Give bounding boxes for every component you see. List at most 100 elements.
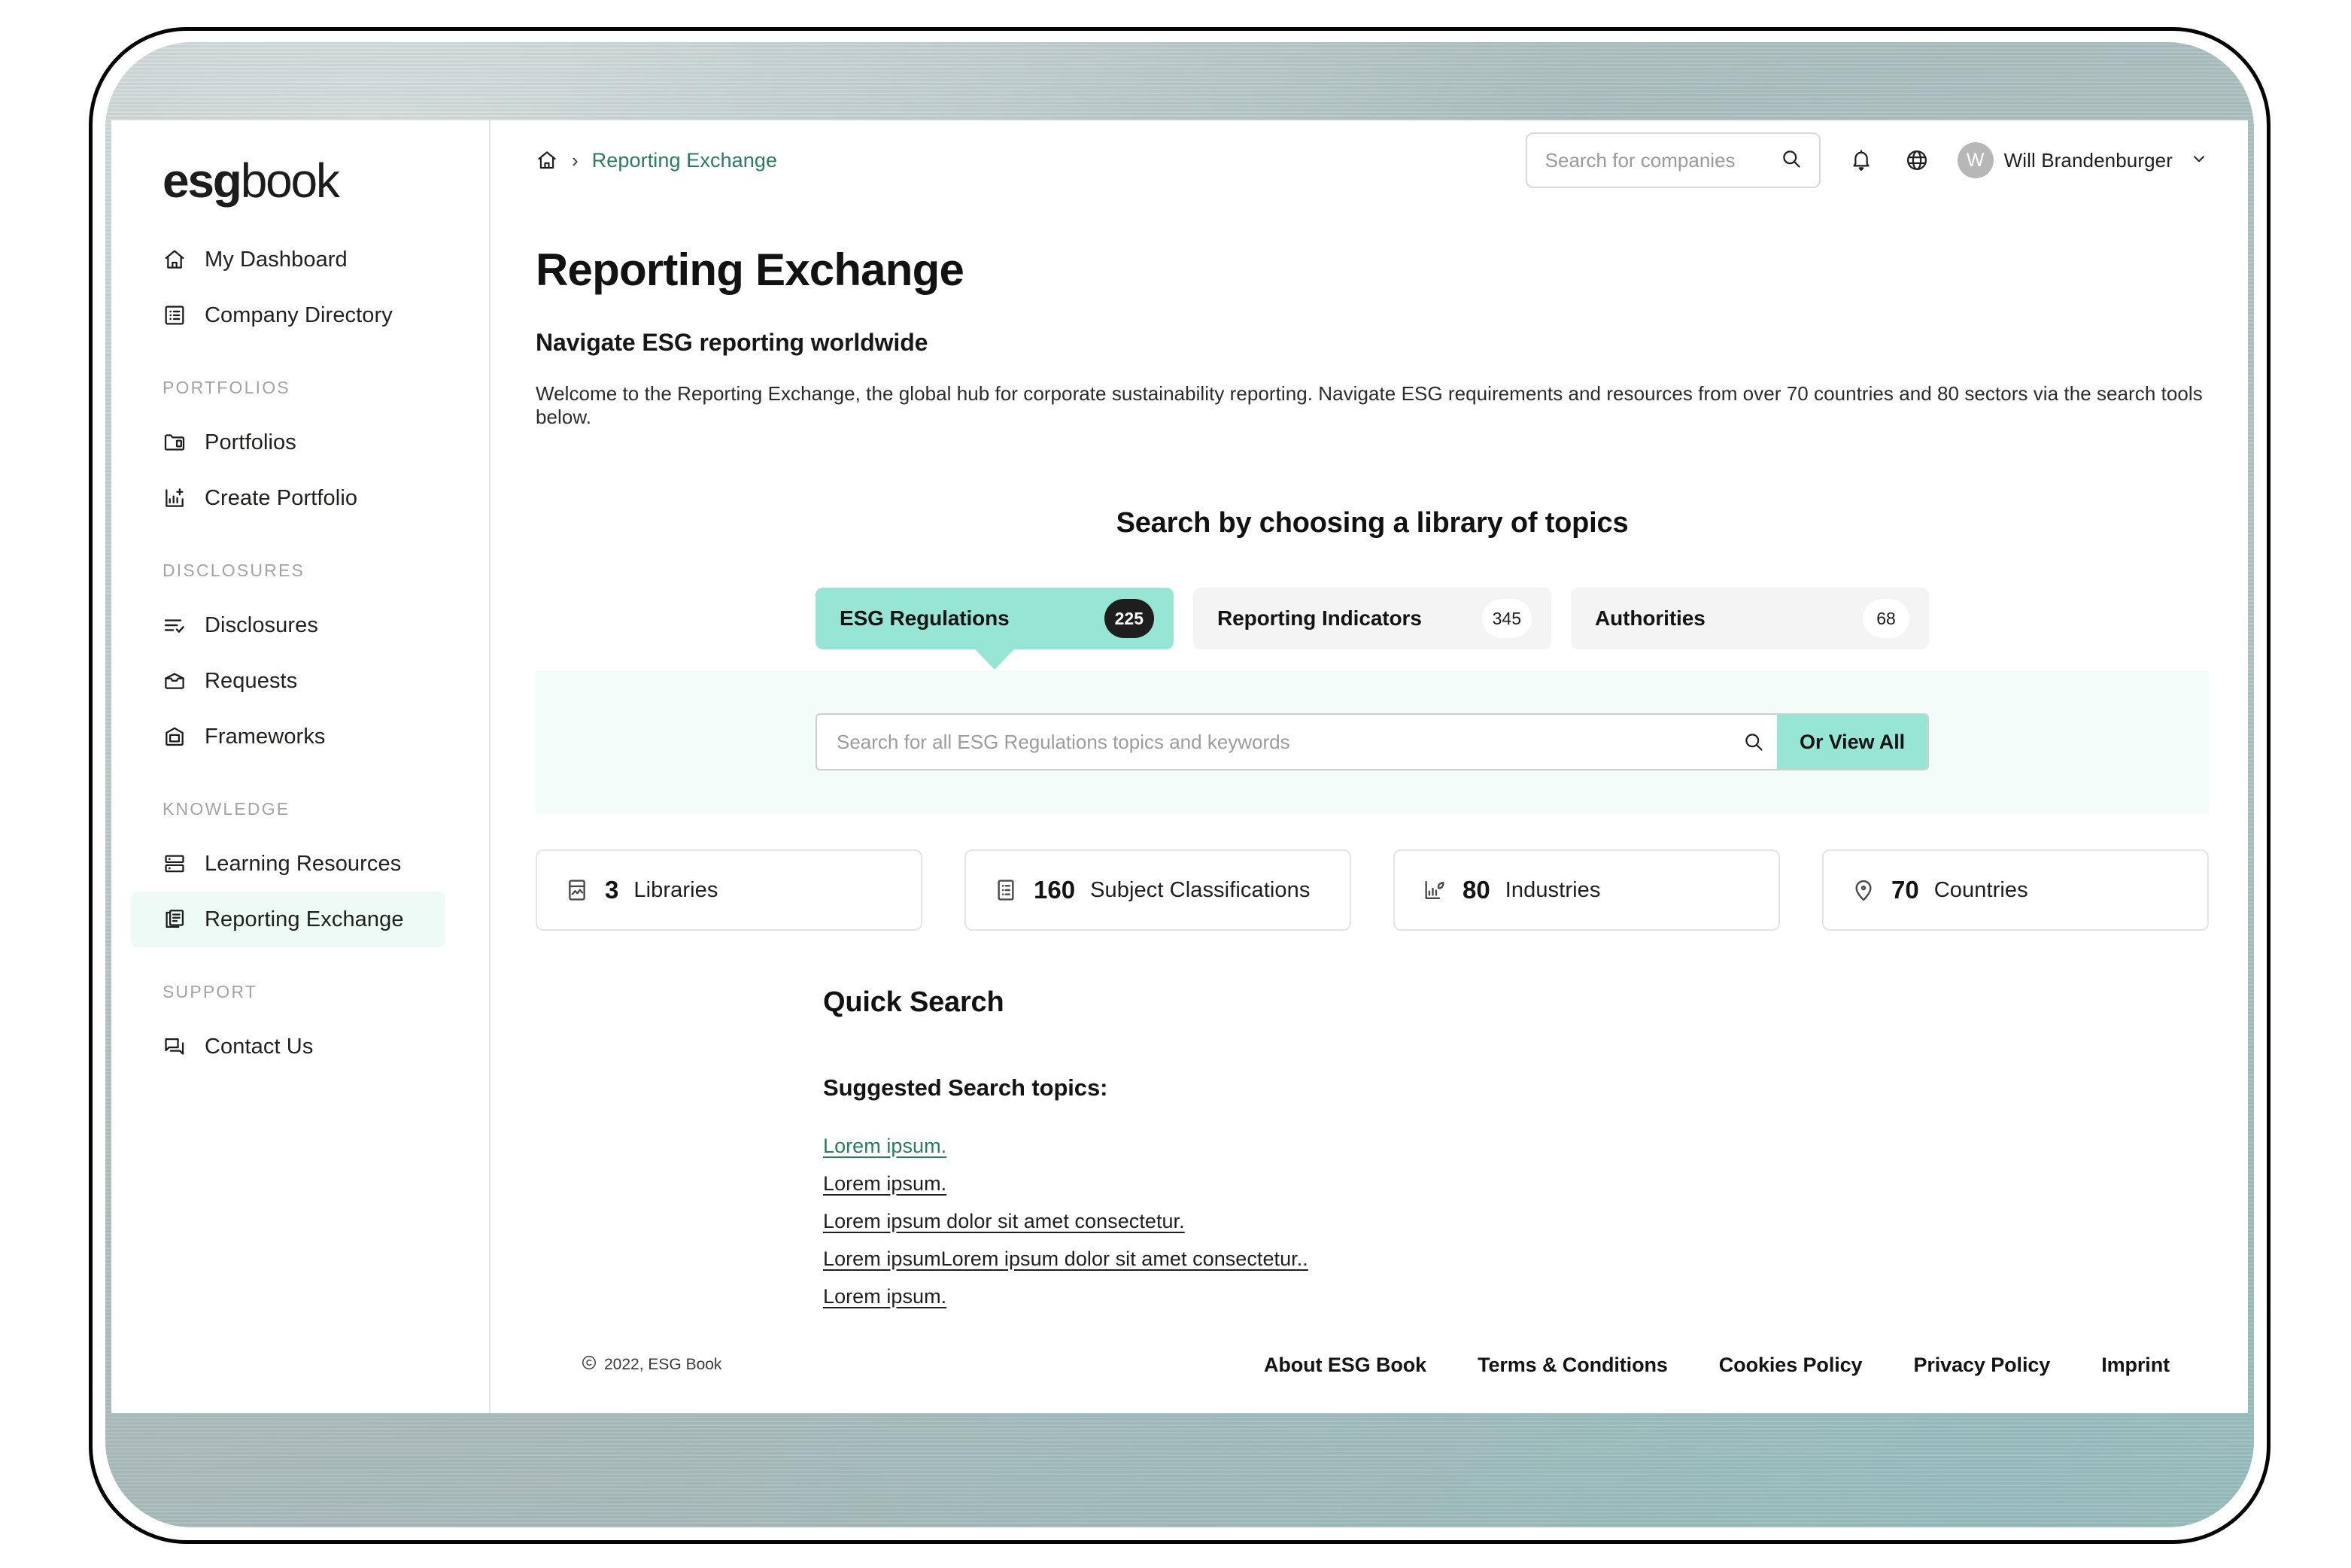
footer-link-privacy[interactable]: Privacy Policy [1913, 1354, 2050, 1377]
industry-chart-icon [1422, 877, 1447, 903]
sidebar-item-contact-us[interactable]: Contact Us [131, 1019, 445, 1074]
list-check-icon [163, 613, 187, 637]
globe-icon[interactable] [1902, 145, 1932, 175]
search-icon[interactable] [1730, 715, 1777, 769]
server-stack-icon [163, 852, 187, 876]
sidebar-group-heading: KNOWLEDGE [163, 799, 290, 819]
sidebar-item-frameworks[interactable]: Frameworks [131, 709, 445, 764]
sidebar-group-heading: PORTFOLIOS [163, 378, 290, 397]
home-icon [163, 248, 187, 272]
quick-search-title: Quick Search [823, 986, 1004, 1018]
suggested-topic-link[interactable]: Lorem ipsum. [823, 1172, 946, 1196]
sidebar-group-main: My Dashboard Company Directory [111, 232, 489, 343]
footer-link-imprint[interactable]: Imprint [2101, 1354, 2170, 1377]
top-bar: › Reporting Exchange W [491, 120, 2248, 200]
sidebar-item-label: Learning Resources [205, 851, 402, 876]
chevron-right-icon: › [572, 149, 579, 172]
sidebar-group-heading: SUPPORT [163, 982, 258, 1001]
logo-bold-part: esg [163, 153, 242, 208]
footer-link-about[interactable]: About ESG Book [1264, 1354, 1426, 1377]
stat-label: Countries [1933, 877, 2028, 902]
sidebar-group-heading: DISCLOSURES [163, 561, 305, 580]
suggested-topic-link[interactable]: Lorem ipsum. [823, 1285, 946, 1308]
tab-reporting-indicators[interactable]: Reporting Indicators 345 [1193, 588, 1551, 649]
sidebar-group-support: SUPPORT Contact Us [111, 982, 489, 1074]
folder-doc-icon [163, 430, 187, 454]
sidebar-group-disclosures: DISCLOSURES Disclosures Requests Framewo… [111, 561, 489, 764]
stat-card-libraries[interactable]: 3 Libraries [536, 849, 922, 931]
page-subtitle: Navigate ESG reporting worldwide [536, 329, 928, 356]
sidebar: esgbook My Dashboard Company Directory P… [111, 120, 491, 1413]
topic-search-input[interactable] [817, 715, 1731, 769]
sidebar-item-label: Reporting Exchange [205, 907, 404, 931]
sidebar-item-label: Disclosures [205, 612, 318, 637]
topic-search-group: Or View All [816, 713, 1929, 770]
sidebar-item-company-directory[interactable]: Company Directory [131, 287, 445, 343]
sidebar-item-label: Requests [205, 668, 298, 693]
chevron-down-icon[interactable] [2189, 149, 2209, 172]
sidebar-item-label: Create Portfolio [205, 485, 358, 510]
suggested-topic-link[interactable]: Lorem ipsum. [823, 1135, 946, 1158]
topic-search-panel: Or View All [536, 670, 2209, 813]
main-area: › Reporting Exchange W [491, 120, 2248, 1413]
stat-value: 70 [1891, 876, 1919, 904]
inbox-icon [163, 669, 187, 693]
user-menu[interactable]: W Will Brandenburger [1957, 142, 2209, 178]
stat-label: Subject Classifications [1090, 877, 1311, 902]
sidebar-item-learning-resources[interactable]: Learning Resources [131, 836, 445, 892]
search-icon[interactable] [1780, 147, 1803, 174]
tab-esg-regulations[interactable]: ESG Regulations 225 [816, 588, 1174, 649]
company-search[interactable] [1525, 132, 1821, 188]
sidebar-group-knowledge: KNOWLEDGE Learning Resources Reporting E… [111, 799, 489, 947]
stat-card-industries[interactable]: 80 Industries [1393, 849, 1780, 931]
suggested-topics-list: Lorem ipsum. Lorem ipsum. Lorem ipsum do… [823, 1135, 2209, 1308]
sidebar-item-disclosures[interactable]: Disclosures [131, 597, 445, 653]
stat-card-subject-classifications[interactable]: 160 Subject Classifications [964, 849, 1351, 931]
page-content: Reporting Exchange Navigate ESG reportin… [491, 200, 2248, 1413]
suggested-topic-link[interactable]: Lorem ipsumLorem ipsum dolor sit amet co… [823, 1247, 1308, 1271]
sidebar-item-reporting-exchange[interactable]: Reporting Exchange [131, 892, 445, 947]
sidebar-item-label: Frameworks [205, 724, 326, 749]
tab-label: ESG Regulations [840, 606, 1010, 630]
search-input[interactable] [1545, 148, 1780, 172]
footer-link-terms[interactable]: Terms & Conditions [1478, 1354, 1668, 1377]
brand-logo[interactable]: esgbook [163, 156, 489, 205]
home-icon[interactable] [536, 149, 558, 172]
footer: 2022, ESG Book About ESG Book Terms & Co… [536, 1317, 2209, 1413]
footer-link-cookies[interactable]: Cookies Policy [1719, 1354, 1863, 1377]
sidebar-item-label: Company Directory [205, 302, 393, 327]
classification-list-icon [993, 877, 1019, 903]
stat-value: 160 [1034, 876, 1076, 904]
stat-label: Industries [1505, 877, 1601, 902]
sidebar-item-portfolios[interactable]: Portfolios [131, 415, 445, 470]
sidebar-item-requests[interactable]: Requests [131, 653, 445, 709]
stat-label: Libraries [633, 877, 718, 902]
tab-count-badge: 345 [1481, 599, 1532, 638]
copyright: 2022, ESG Book [581, 1354, 721, 1375]
clipboard-icon [163, 725, 187, 749]
chart-plus-icon [163, 486, 187, 510]
library-icon [564, 877, 590, 903]
bell-icon[interactable] [1846, 145, 1876, 175]
book-pages-icon [163, 907, 187, 931]
sidebar-item-my-dashboard[interactable]: My Dashboard [131, 232, 445, 287]
breadcrumb-current[interactable]: Reporting Exchange [592, 149, 777, 172]
stat-card-countries[interactable]: 70 Countries [1822, 849, 2209, 931]
tab-count-badge: 225 [1104, 599, 1154, 638]
sidebar-nav: My Dashboard Company Directory PORTFOLIO… [111, 232, 489, 1074]
sidebar-item-label: Contact Us [205, 1034, 314, 1059]
view-all-button[interactable]: Or View All [1777, 715, 1927, 769]
page-intro-text: Welcome to the Reporting Exchange, the g… [536, 382, 2203, 428]
sidebar-item-create-portfolio[interactable]: Create Portfolio [131, 470, 445, 526]
tab-authorities[interactable]: Authorities 68 [1571, 588, 1929, 649]
chat-bubbles-icon [163, 1035, 187, 1059]
quick-search-section: Quick Search Suggested Search topics: Lo… [536, 986, 2209, 1308]
app-window: esgbook My Dashboard Company Directory P… [111, 120, 2248, 1413]
suggested-topic-link[interactable]: Lorem ipsum dolor sit amet consectetur. [823, 1210, 1185, 1233]
sidebar-group-portfolios: PORTFOLIOS Portfolios Create Portfolio [111, 378, 489, 526]
list-box-icon [163, 303, 187, 327]
sidebar-item-label: My Dashboard [205, 247, 348, 272]
stat-value: 3 [605, 876, 619, 904]
user-name: Will Brandenburger [2003, 148, 2173, 172]
copyright-text: 2022, ESG Book [604, 1356, 722, 1373]
